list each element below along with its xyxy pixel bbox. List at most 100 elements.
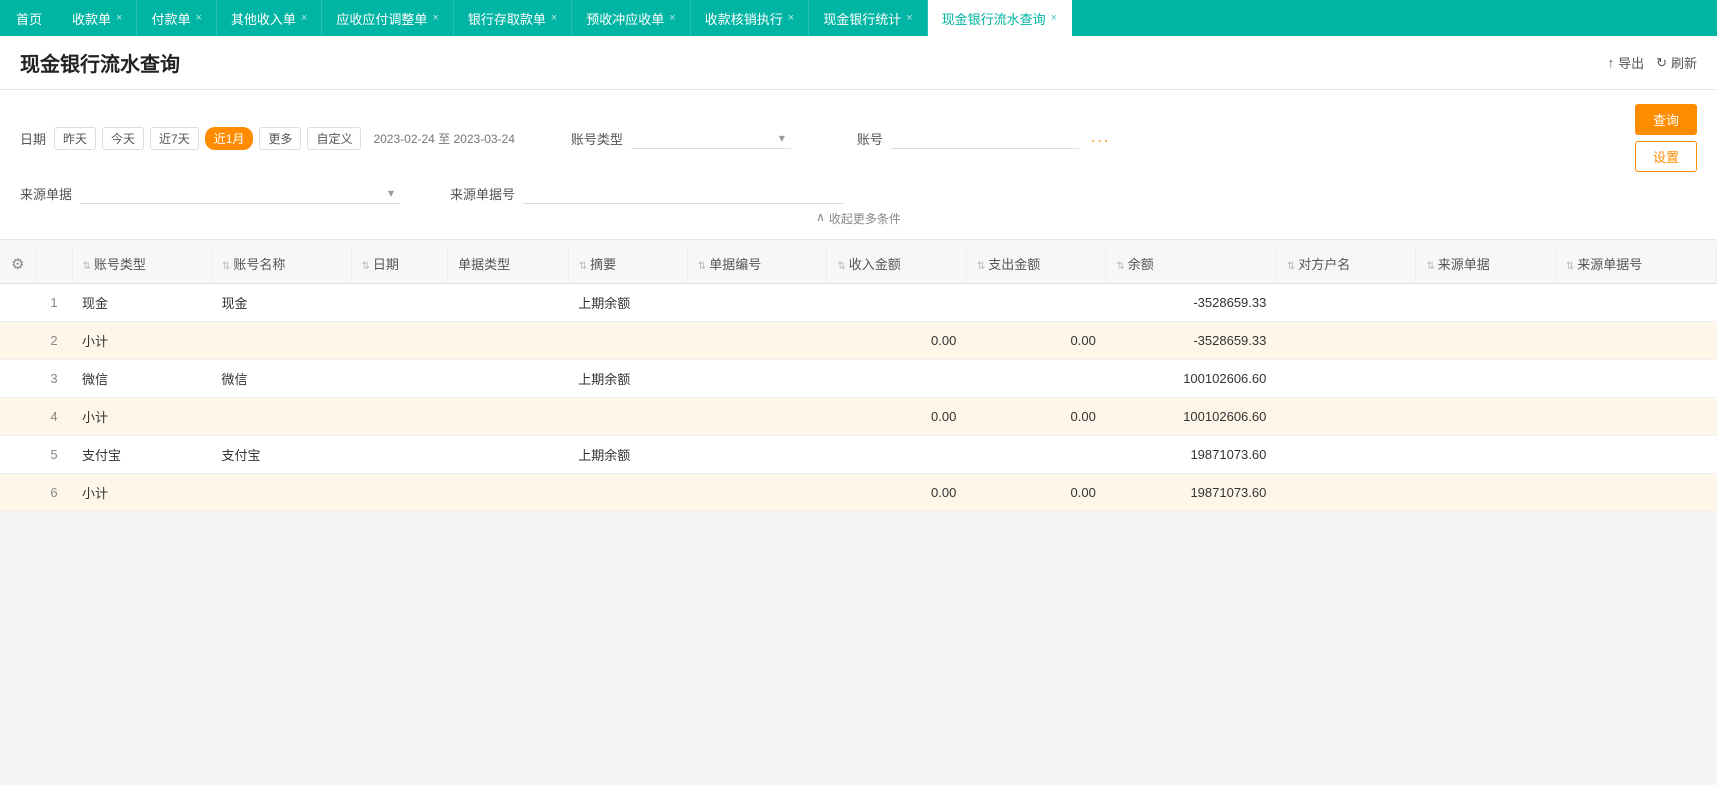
cell-account_type: 小计 [72,474,212,512]
nav-tab-银行存取款单[interactable]: 银行存取款单× [454,0,572,36]
collapse-bar[interactable]: ∧ 收起更多条件 [20,204,1697,229]
date-shortcut-近7天[interactable]: 近7天 [150,127,199,150]
gear-icon[interactable]: ⚙ [11,256,24,273]
nav-tab-应收应付调整单[interactable]: 应收应付调整单× [322,0,453,36]
nav-close-icon[interactable]: × [116,12,122,24]
account-filter: 账号 ... [857,127,1110,149]
source-doc-no-input[interactable] [523,182,843,204]
cell-doc_no [687,474,827,512]
account-type-label: 账号类型 [571,129,623,148]
sort-icon: ⇅ [1426,261,1434,272]
date-shortcut-更多[interactable]: 更多 [259,127,301,150]
cell-source_doc_no [1555,360,1716,398]
nav-close-icon[interactable]: × [669,12,675,24]
account-input[interactable] [891,127,1079,149]
nav-close-icon[interactable]: × [1051,12,1057,24]
cell-doc_no [687,360,827,398]
col-header-source_doc[interactable]: ⇅来源单据 [1416,244,1556,284]
source-doc-select[interactable] [80,182,400,204]
refresh-button[interactable]: ↻ 刷新 [1656,53,1697,72]
cell-expense [966,284,1106,322]
row-index: 4 [36,398,72,436]
account-dots-button[interactable]: ... [1091,129,1110,147]
source-doc-field: 来源单据 [20,182,400,204]
cell-source_doc_no [1555,436,1716,474]
date-range: 2023-02-24 至 2023-03-24 [373,130,514,147]
cell-date [351,398,448,436]
account-type-filter: 账号类型 [571,127,801,149]
cell-counterpart [1276,436,1416,474]
table-body: 1现金现金上期余额-3528659.332小计0.000.00-3528659.… [0,284,1717,512]
nav-home[interactable]: 首页 [0,0,58,36]
cell-source_doc_no [1555,474,1716,512]
col-header-balance[interactable]: ⇅余额 [1106,244,1277,284]
sort-icon: ⇅ [837,261,845,272]
page-header: 现金银行流水查询 ↑ 导出 ↻ 刷新 [0,36,1717,90]
col-header-account_name[interactable]: ⇅账号名称 [212,244,352,284]
cell-doc_type [448,474,569,512]
nav-close-icon[interactable]: × [195,12,201,24]
export-button[interactable]: ↑ 导出 [1608,53,1645,72]
cell-expense: 0.00 [966,398,1106,436]
col-header-account_type[interactable]: ⇅账号类型 [72,244,212,284]
nav-tab-收款单[interactable]: 收款单× [58,0,137,36]
account-type-select[interactable] [631,127,791,149]
cell-account_type: 小计 [72,322,212,360]
cell-account_name: 支付宝 [212,436,352,474]
cell-expense [966,436,1106,474]
nav-close-icon[interactable]: × [906,12,912,24]
date-shortcut-自定义[interactable]: 自定义 [307,127,361,150]
col-header-date[interactable]: ⇅日期 [351,244,448,284]
nav-close-icon[interactable]: × [788,12,794,24]
col-header-summary[interactable]: ⇅摘要 [568,244,687,284]
table-row: 4小计0.000.00100102606.60 [0,398,1717,436]
nav-close-icon[interactable]: × [551,12,557,24]
nav-tab-付款单[interactable]: 付款单× [137,0,216,36]
nav-tab-现金银行流水查询[interactable]: 现金银行流水查询× [928,0,1072,36]
cell-source_doc_no [1555,284,1716,322]
data-table: ⚙⇅账号类型⇅账号名称⇅日期单据类型⇅摘要⇅单据编号⇅收入金额⇅支出金额⇅余额⇅… [0,244,1717,512]
cell-account_type: 现金 [72,284,212,322]
cell-source_doc [1416,360,1556,398]
filter-row-date: 日期 昨天今天近7天近1月更多自定义 2023-02-24 至 2023-03-… [20,104,1697,172]
cell-summary [568,398,687,436]
filter-area: 日期 昨天今天近7天近1月更多自定义 2023-02-24 至 2023-03-… [0,90,1717,240]
cell-summary [568,322,687,360]
export-icon: ↑ [1608,55,1615,70]
cell-expense: 0.00 [966,322,1106,360]
cell-date [351,436,448,474]
cell-doc_type [448,360,569,398]
collapse-up-icon: ∧ [816,210,825,227]
sort-icon: ⇅ [83,261,91,272]
col-header-source_doc_no[interactable]: ⇅来源单据号 [1555,244,1716,284]
row-index: 5 [36,436,72,474]
nav-close-icon[interactable]: × [301,12,307,24]
col-header-income[interactable]: ⇅收入金额 [827,244,967,284]
date-shortcuts: 昨天今天近7天近1月更多自定义 [54,127,361,150]
row-index: 2 [36,322,72,360]
cell-income: 0.00 [827,474,967,512]
nav-tab-收款核销执行[interactable]: 收款核销执行× [691,0,809,36]
cell-summary [568,474,687,512]
right-action-buttons: 查询 设置 [1635,104,1697,172]
cell-counterpart [1276,360,1416,398]
cell-account_name [212,398,352,436]
col-header-expense[interactable]: ⇅支出金额 [966,244,1106,284]
settings-button[interactable]: 设置 [1635,141,1697,172]
date-shortcut-近1月[interactable]: 近1月 [205,127,254,150]
source-doc-label: 来源单据 [20,184,72,203]
nav-tab-现金银行统计[interactable]: 现金银行统计× [809,0,927,36]
cell-source_doc [1416,322,1556,360]
date-shortcut-昨天[interactable]: 昨天 [54,127,96,150]
source-doc-select-wrapper [80,182,400,204]
cell-date [351,474,448,512]
col-header-doc_no[interactable]: ⇅单据编号 [687,244,827,284]
nav-tab-预收冲应收单[interactable]: 预收冲应收单× [572,0,690,36]
table-header: ⚙⇅账号类型⇅账号名称⇅日期单据类型⇅摘要⇅单据编号⇅收入金额⇅支出金额⇅余额⇅… [0,244,1717,284]
query-button[interactable]: 查询 [1635,104,1697,135]
nav-close-icon[interactable]: × [432,12,438,24]
date-shortcut-今天[interactable]: 今天 [102,127,144,150]
col-header-counterpart[interactable]: ⇅对方户名 [1276,244,1416,284]
cell-source_doc [1416,284,1556,322]
nav-tab-其他收入单[interactable]: 其他收入单× [217,0,322,36]
